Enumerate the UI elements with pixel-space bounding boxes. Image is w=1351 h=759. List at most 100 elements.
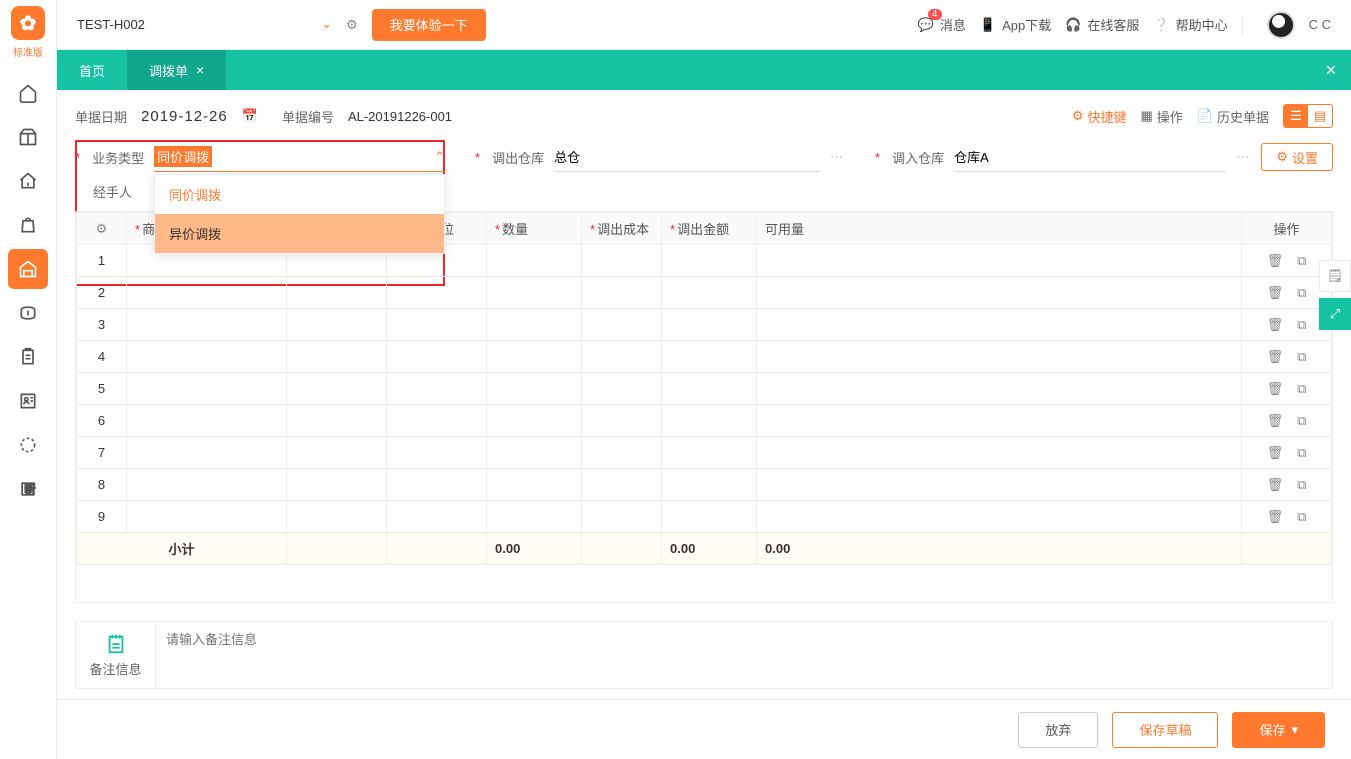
- float-note-icon[interactable]: 🗒: [1319, 260, 1351, 292]
- support-button[interactable]: 🎧 在线客服: [1065, 15, 1139, 34]
- copy-icon[interactable]: ⧉: [1297, 413, 1306, 429]
- store-name: TEST-H002: [77, 17, 145, 32]
- table-row[interactable]: 9🗑⧉: [77, 501, 1332, 533]
- delete-icon[interactable]: 🗑: [1267, 445, 1284, 461]
- in-wh-field: * 调入仓库 ⋯ ⚙设置: [875, 142, 1333, 172]
- app-logo: ✿: [11, 6, 45, 40]
- table-row[interactable]: 6🗑⧉: [77, 405, 1332, 437]
- close-icon[interactable]: ×: [196, 62, 204, 78]
- settings-label: 设置: [1292, 148, 1318, 167]
- shortcut-link[interactable]: ⚙快捷键: [1072, 107, 1127, 126]
- left-nav-rail: ✿ 标准版 新: [0, 0, 57, 759]
- doc-icon: 📄: [1197, 108, 1213, 124]
- nav-in-icon[interactable]: [8, 161, 48, 201]
- dropdown-option-diff-price[interactable]: 异价调拨: [155, 214, 444, 253]
- user-avatar[interactable]: [1267, 11, 1295, 39]
- table-row[interactable]: 4 🗑 ⧉: [77, 341, 1332, 373]
- table-row[interactable]: 5 🗑 ⧉: [77, 373, 1332, 405]
- table-row[interactable]: 8🗑⧉: [77, 469, 1332, 501]
- copy-icon[interactable]: ⧉: [1297, 285, 1306, 301]
- help-button[interactable]: ❔ 帮助中心: [1153, 15, 1227, 34]
- dropdown-option-same-price[interactable]: 同价调拨: [155, 175, 444, 214]
- delete-icon[interactable]: 🗑: [1267, 381, 1284, 397]
- col-amount: *调出金额: [662, 213, 757, 245]
- ops-label: 操作: [1157, 107, 1183, 126]
- nav-money-icon[interactable]: [8, 293, 48, 333]
- nav-clipboard-icon[interactable]: [8, 337, 48, 377]
- more-icon[interactable]: ⋯: [830, 149, 845, 165]
- grid-icon: ▦: [1140, 108, 1152, 124]
- notes-input[interactable]: [166, 632, 1322, 647]
- table-row[interactable]: 2🗑⧉: [77, 277, 1332, 309]
- messages-button[interactable]: 💬 消息 4: [918, 15, 966, 34]
- row-index: 1: [77, 245, 127, 277]
- help-icon: ❔: [1153, 17, 1169, 33]
- headset-icon: 🎧: [1065, 17, 1081, 33]
- delete-icon[interactable]: 🗑: [1267, 317, 1284, 333]
- more-icon[interactable]: ⋯: [1236, 149, 1251, 165]
- nav-gift-icon[interactable]: [8, 117, 48, 157]
- copy-icon[interactable]: ⧉: [1297, 509, 1306, 525]
- copy-icon[interactable]: ⧉: [1297, 381, 1306, 397]
- table-row[interactable]: 3🗑⧉: [77, 309, 1332, 341]
- table-row[interactable]: 7🗑⧉: [77, 437, 1332, 469]
- view-card-icon[interactable]: ▤: [1308, 105, 1332, 127]
- copy-icon[interactable]: ⧉: [1297, 349, 1306, 365]
- delete-icon[interactable]: 🗑: [1267, 413, 1284, 429]
- delete-icon[interactable]: 🗑: [1267, 477, 1284, 493]
- out-wh-input[interactable]: [554, 142, 820, 172]
- support-label: 在线客服: [1087, 15, 1139, 34]
- ops-link[interactable]: ▦ 操作: [1140, 107, 1182, 126]
- tabs-close-all[interactable]: ×: [1311, 50, 1351, 90]
- notepad-icon: [105, 633, 127, 655]
- items-table: ⚙ *商品扫码录入 规格型号 *库存单位 *数量 *调出成本 *调出金额 可用量…: [76, 212, 1332, 565]
- divider: [1242, 14, 1243, 36]
- settings-button[interactable]: ⚙设置: [1261, 143, 1333, 171]
- doc-header: 单据日期 2019-12-26 📅 单据编号 AL-20191226-001 ⚙…: [75, 104, 1333, 128]
- nav-bag-icon[interactable]: [8, 205, 48, 245]
- chevron-down-icon: ▾: [1291, 722, 1298, 738]
- discard-button[interactable]: 放弃: [1018, 712, 1098, 748]
- subtotal-label: 小计: [77, 533, 287, 565]
- tab-home[interactable]: 首页: [57, 50, 127, 90]
- tab-transfer[interactable]: 调拨单 ×: [127, 50, 226, 90]
- view-list-icon[interactable]: ☰: [1284, 105, 1308, 127]
- user-name: C C: [1309, 17, 1331, 32]
- biz-type-value: 同价调拨: [154, 146, 212, 167]
- delete-icon[interactable]: 🗑: [1267, 253, 1284, 269]
- copy-icon[interactable]: ⧉: [1297, 317, 1306, 333]
- experience-button[interactable]: 我要体验一下: [372, 9, 486, 41]
- delete-icon[interactable]: 🗑: [1267, 349, 1284, 365]
- docno-value: AL-20191226-001: [348, 109, 452, 124]
- app-download-button[interactable]: 📱 App下载: [980, 15, 1051, 34]
- date-value[interactable]: 2019-12-26: [141, 108, 228, 125]
- store-settings-icon[interactable]: ⚙: [346, 17, 358, 33]
- in-wh-input[interactable]: [954, 142, 1226, 172]
- float-expand-icon[interactable]: ⤢: [1319, 298, 1351, 330]
- copy-icon[interactable]: ⧉: [1297, 477, 1306, 493]
- history-link[interactable]: 📄历史单据: [1197, 107, 1269, 126]
- save-button[interactable]: 保存▾: [1232, 712, 1325, 748]
- subtotal-amount: 0.00: [662, 533, 757, 565]
- nav-contact-icon[interactable]: [8, 381, 48, 421]
- copy-icon[interactable]: ⧉: [1297, 253, 1306, 269]
- subtotal-avail: 0.00: [757, 533, 1242, 565]
- save-draft-button[interactable]: 保存草稿: [1112, 712, 1218, 748]
- view-toggle: ☰ ▤: [1283, 104, 1333, 128]
- biz-type-select[interactable]: 同价调拨 ⌃ 同价调拨 异价调拨: [154, 142, 445, 172]
- nav-warehouse-icon[interactable]: [8, 249, 48, 289]
- calendar-icon[interactable]: 📅: [242, 108, 258, 124]
- nav-sync-icon[interactable]: [8, 425, 48, 465]
- row-index: 4: [77, 341, 127, 373]
- tab-transfer-label: 调拨单: [149, 61, 188, 80]
- store-selector[interactable]: TEST-H002 ⌄: [77, 16, 332, 33]
- delete-icon[interactable]: 🗑: [1267, 285, 1284, 301]
- copy-icon[interactable]: ⧉: [1297, 445, 1306, 461]
- nav-home-icon[interactable]: [8, 73, 48, 113]
- help-label: 帮助中心: [1176, 15, 1228, 34]
- nav-new-icon[interactable]: 新: [8, 469, 48, 509]
- col-op: 操作: [1242, 213, 1332, 245]
- delete-icon[interactable]: 🗑: [1267, 509, 1284, 525]
- col-settings-icon[interactable]: ⚙: [77, 213, 127, 245]
- row-index: 5: [77, 373, 127, 405]
